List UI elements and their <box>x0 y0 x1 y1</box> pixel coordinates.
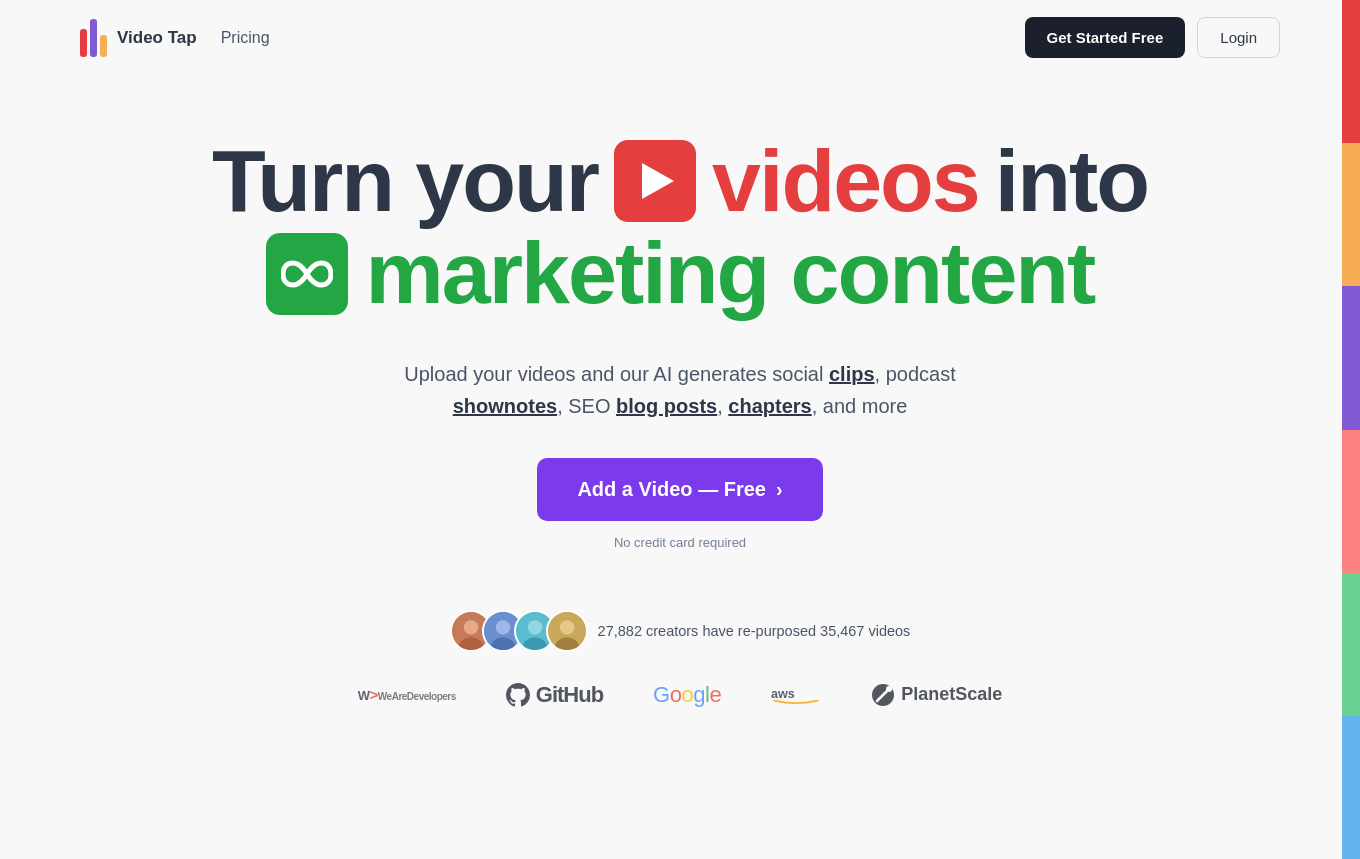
g-blue: G <box>653 682 670 707</box>
subtitle-clips: clips <box>829 363 875 385</box>
hero-text-videos: videos <box>712 135 979 227</box>
hero-title: Turn your videos into marketing content <box>212 135 1148 320</box>
infinity-svg <box>281 259 333 289</box>
nav-left: Video Tap Pricing <box>80 19 270 57</box>
logo[interactable]: Video Tap <box>80 19 197 57</box>
avatar-face-4 <box>548 610 586 652</box>
avatars-row: 27,882 creators have re-purposed 35,467 … <box>450 610 911 652</box>
logo-text: Video Tap <box>117 28 197 48</box>
wad-arrow: > <box>370 686 378 703</box>
g-red2: e <box>709 682 721 707</box>
color-bar-pink <box>1342 430 1360 573</box>
color-bars <box>1342 0 1360 859</box>
planetscale-icon <box>871 683 895 707</box>
youtube-icon <box>614 140 696 222</box>
hero-text-into: into <box>995 135 1148 227</box>
svg-point-7 <box>527 620 541 634</box>
subtitle-comma: , <box>717 395 723 417</box>
google-logo: Google <box>653 682 721 708</box>
aws-icon: aws <box>771 680 821 710</box>
svg-point-14 <box>886 686 892 692</box>
hero-text-marketing-content: marketing content <box>366 227 1095 319</box>
color-bar-red <box>1342 0 1360 143</box>
svg-point-4 <box>495 620 509 634</box>
get-started-button[interactable]: Get Started Free <box>1025 17 1186 58</box>
play-triangle <box>642 163 674 199</box>
weareDevelopers-logo: W>WeAreDevelopers <box>358 686 456 703</box>
subtitle-text-pre: Upload your videos and our AI generates … <box>404 363 823 385</box>
subtitle-mid2: , SEO <box>557 395 610 417</box>
hero-title-line1: Turn your videos into <box>212 135 1148 227</box>
cta-arrow-icon: › <box>776 478 783 501</box>
planetscale-logo: PlanetScale <box>871 683 1002 707</box>
logo-bar-1 <box>80 29 87 57</box>
aws-logo: aws <box>771 680 821 710</box>
social-count-text: 27,882 creators have re-purposed 35,467 … <box>598 623 911 639</box>
logo-icon <box>80 19 107 57</box>
avatar-4 <box>546 610 588 652</box>
hero-section: Turn your videos into marketing content … <box>0 75 1360 750</box>
no-credit-text: No credit card required <box>614 535 746 550</box>
wad-text: W>WeAreDevelopers <box>358 686 456 703</box>
wad-we: W <box>358 688 370 703</box>
google-text: Google <box>653 682 721 708</box>
g-red: o <box>670 682 682 707</box>
subtitle-chapters: chapters <box>728 395 811 417</box>
github-icon <box>506 683 530 707</box>
subtitle-mid1: , podcast <box>875 363 956 385</box>
hero-text-turn-your: Turn your <box>212 135 598 227</box>
add-video-label: Add a Video — Free <box>577 478 766 501</box>
subtitle-blogposts: blog posts <box>616 395 717 417</box>
hero-subtitle: Upload your videos and our AI generates … <box>370 358 990 422</box>
navbar: Video Tap Pricing Get Started Free Login <box>0 0 1360 75</box>
hero-title-line2: marketing content <box>212 227 1148 319</box>
color-bar-green <box>1342 573 1360 716</box>
color-bar-orange <box>1342 143 1360 286</box>
wad-rest: WeAreDevelopers <box>378 691 456 702</box>
github-logo: GitHub <box>506 682 603 708</box>
planetscale-text: PlanetScale <box>901 684 1002 705</box>
svg-text:aws: aws <box>771 687 795 701</box>
brand-logos: W>WeAreDevelopers GitHub Google aws <box>358 680 1002 710</box>
login-button[interactable]: Login <box>1197 17 1280 58</box>
svg-point-1 <box>463 620 477 634</box>
logo-bar-3 <box>100 35 107 57</box>
social-proof: 27,882 creators have re-purposed 35,467 … <box>358 610 1002 710</box>
svg-point-10 <box>559 620 573 634</box>
color-bar-purple <box>1342 286 1360 429</box>
logo-bar-2 <box>90 19 97 57</box>
subtitle-end: , and more <box>812 395 908 417</box>
pricing-link[interactable]: Pricing <box>221 29 270 47</box>
add-video-button[interactable]: Add a Video — Free › <box>537 458 822 521</box>
subtitle-shownotes: shownotes <box>453 395 557 417</box>
color-bar-blue <box>1342 716 1360 859</box>
nav-right: Get Started Free Login <box>1025 17 1280 58</box>
infinity-icon <box>266 233 348 315</box>
github-text: GitHub <box>536 682 603 708</box>
avatars-group <box>450 610 588 652</box>
g-blue2: g <box>693 682 705 707</box>
g-yellow: o <box>681 682 693 707</box>
